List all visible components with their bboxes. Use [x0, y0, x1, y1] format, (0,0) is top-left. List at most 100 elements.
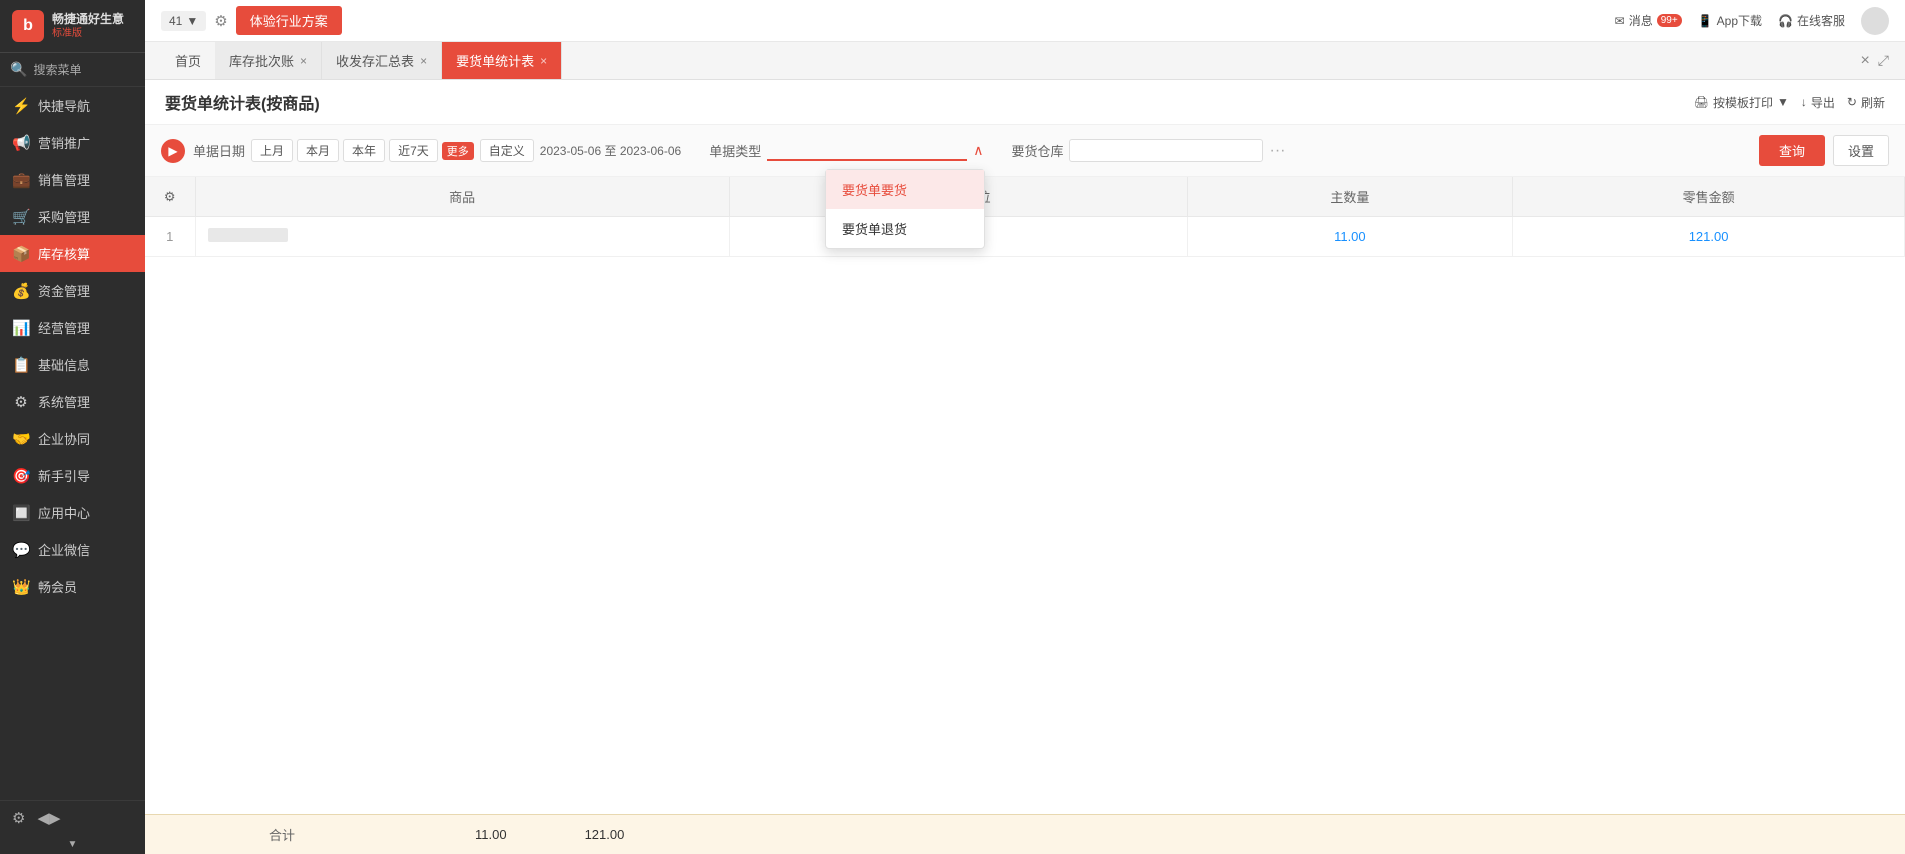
sidebar-item-wechat[interactable]: 💬 企业微信: [0, 531, 145, 568]
sidebar-item-finance[interactable]: 💰 资金管理: [0, 272, 145, 309]
tab-shipment[interactable]: 收发存汇总表 ×: [322, 42, 442, 79]
page-body: 要货单统计表(按商品) 🖨 按模板打印 ▼ ↓ 导出 ↻ 刷新 ▶: [145, 80, 1905, 854]
appstore-icon: 🔲: [12, 504, 30, 522]
sidebar-item-enterprise[interactable]: 🤝 企业协同: [0, 420, 145, 457]
headset-icon: 🎧: [1778, 14, 1793, 28]
refresh-btn[interactable]: ↻ 刷新: [1847, 94, 1885, 111]
sidebar-item-management[interactable]: 📊 经营管理: [0, 309, 145, 346]
tab-close-order-stat[interactable]: ×: [540, 54, 547, 68]
service-btn[interactable]: 🎧 在线客服: [1778, 12, 1845, 29]
quick-nav-icon: ⚡: [12, 97, 30, 115]
filter-expand-btn[interactable]: ▶: [161, 139, 185, 163]
quantity-link[interactable]: 11.00: [1334, 229, 1366, 244]
sidebar-item-sales[interactable]: 💼 销售管理: [0, 161, 145, 198]
search-icon: 🔍: [10, 61, 27, 78]
warehouse-input[interactable]: [1069, 139, 1263, 162]
date-filter-group: 单据日期 上月 本月 本年 近7天 更多 自定义 2023-05-06 至 20…: [193, 139, 681, 162]
page-header: 要货单统计表(按商品) 🖨 按模板打印 ▼ ↓ 导出 ↻ 刷新: [145, 80, 1905, 125]
amount-cell: 121.00: [1513, 217, 1905, 257]
more-date-badge[interactable]: 更多: [442, 142, 474, 160]
custom-date-btn[interactable]: 自定义: [480, 139, 534, 162]
page-title: 要货单统计表(按商品): [165, 90, 1694, 114]
this-month-btn[interactable]: 本月: [297, 139, 339, 162]
collapse-icon[interactable]: ◀▶: [37, 809, 60, 827]
sidebar-item-basic[interactable]: 📋 基础信息: [0, 346, 145, 383]
table-row: 1 块 11.00 121.00: [145, 217, 1905, 257]
product-name-placeholder: [208, 228, 288, 242]
print-icon: 🖨: [1694, 95, 1709, 109]
amount-link[interactable]: 121.00: [1689, 229, 1729, 244]
settings-footer-icon[interactable]: ⚙: [12, 809, 25, 827]
sidebar-item-label: 企业微信: [38, 540, 90, 559]
user-avatar[interactable]: [1861, 7, 1889, 35]
export-btn[interactable]: ↓ 导出: [1801, 94, 1835, 111]
this-year-btn[interactable]: 本年: [343, 139, 385, 162]
sidebar-item-marketing[interactable]: 📢 营销推广: [0, 124, 145, 161]
tab-home[interactable]: 首页: [161, 42, 215, 79]
sidebar-item-label: 库存核算: [38, 244, 90, 263]
trial-btn[interactable]: 体验行业方案: [236, 6, 342, 35]
dropdown-item-order-pickup[interactable]: 要货单要货: [826, 170, 984, 209]
col-settings[interactable]: ⚙: [145, 177, 195, 217]
sidebar-item-label: 快捷导航: [38, 96, 90, 115]
footer-quantity: 11.00: [475, 827, 507, 842]
sidebar-item-guide[interactable]: 🎯 新手引导: [0, 457, 145, 494]
expand-tabs-btn[interactable]: ⤢: [1878, 52, 1889, 69]
filter-actions: 查询 设置: [1759, 135, 1889, 166]
table-footer: 合计 11.00 121.00: [145, 814, 1905, 854]
header-gear-icon[interactable]: ⚙: [214, 12, 227, 30]
sidebar-search[interactable]: 🔍 搜索菜单: [0, 53, 145, 87]
warehouse-filter-group: 要货仓库 ···: [1011, 139, 1285, 162]
tab-bar: 首页 库存批次账 × 收发存汇总表 × 要货单统计表 × × ⤢: [145, 42, 1905, 80]
sidebar-item-quick-nav[interactable]: ⚡ 快捷导航: [0, 87, 145, 124]
print-btn[interactable]: 🖨 按模板打印 ▼: [1694, 94, 1789, 111]
header-right: ✉ 消息 99+ 📱 App下载 🎧 在线客服: [1615, 7, 1889, 35]
sales-icon: 💼: [12, 171, 30, 189]
date-quick-btns: 上月 本月 本年 近7天 更多: [251, 139, 474, 162]
last-7-days-btn[interactable]: 近7天: [389, 139, 438, 162]
query-btn[interactable]: 查询: [1759, 135, 1825, 166]
sidebar-item-label: 资金管理: [38, 281, 90, 300]
settings-btn[interactable]: 设置: [1833, 135, 1889, 166]
warehouse-more-icon[interactable]: ···: [1269, 142, 1285, 160]
footer-amount: 121.00: [585, 827, 625, 842]
enterprise-icon: 🤝: [12, 430, 30, 448]
tab-close-shipment[interactable]: ×: [420, 54, 427, 68]
col-quantity: 主数量: [1187, 177, 1513, 217]
purchase-icon: 🛒: [12, 208, 30, 226]
notice-badge: 99+: [1657, 14, 1682, 27]
store-selector[interactable]: 41 ▼: [161, 11, 206, 31]
tab-close-batch[interactable]: ×: [300, 54, 307, 68]
sidebar-item-appstore[interactable]: 🔲 应用中心: [0, 494, 145, 531]
sidebar-item-inventory[interactable]: 📦 库存核算: [0, 235, 145, 272]
sidebar-item-label: 应用中心: [38, 503, 90, 522]
sidebar-item-vip[interactable]: 👑 畅会员: [0, 568, 145, 605]
data-table: ⚙ 商品 主计量单位 主数量 零售金额 1 块: [145, 177, 1905, 257]
notice-btn[interactable]: ✉ 消息 99+: [1615, 12, 1682, 29]
notice-icon: ✉: [1615, 14, 1625, 28]
type-input[interactable]: [767, 140, 967, 161]
sidebar-item-label: 畅会员: [38, 577, 77, 596]
close-all-tabs-btn[interactable]: ×: [1860, 52, 1869, 70]
last-month-btn[interactable]: 上月: [251, 139, 293, 162]
type-filter-group: 单据类型 ∧: [709, 140, 983, 161]
sidebar-logo: b 畅捷通好生意 标准版: [0, 0, 145, 53]
type-dropdown-icon[interactable]: ∧: [973, 142, 983, 159]
col-amount: 零售金额: [1513, 177, 1905, 217]
col-product: 商品: [195, 177, 729, 217]
export-icon: ↓: [1801, 95, 1807, 109]
store-name: 41: [169, 14, 182, 28]
app-header: 41 ▼ ⚙ 体验行业方案 ✉ 消息 99+ 📱 App下载 🎧 在线客服: [145, 0, 1905, 42]
dropdown-item-order-return[interactable]: 要货单退货: [826, 209, 984, 248]
tab-batch[interactable]: 库存批次账 ×: [215, 42, 322, 79]
product-cell: [195, 217, 729, 257]
sidebar-scroll-down[interactable]: ▼: [0, 835, 145, 854]
sidebar-item-purchase[interactable]: 🛒 采购管理: [0, 198, 145, 235]
sidebar-item-system[interactable]: ⚙ 系统管理: [0, 383, 145, 420]
date-range-display: 2023-05-06 至 2023-06-06: [540, 142, 681, 159]
system-icon: ⚙: [12, 393, 30, 411]
wechat-icon: 💬: [12, 541, 30, 559]
sidebar-item-label: 经营管理: [38, 318, 90, 337]
app-download-btn[interactable]: 📱 App下载: [1698, 12, 1762, 29]
tab-order-stat[interactable]: 要货单统计表 ×: [442, 42, 562, 79]
